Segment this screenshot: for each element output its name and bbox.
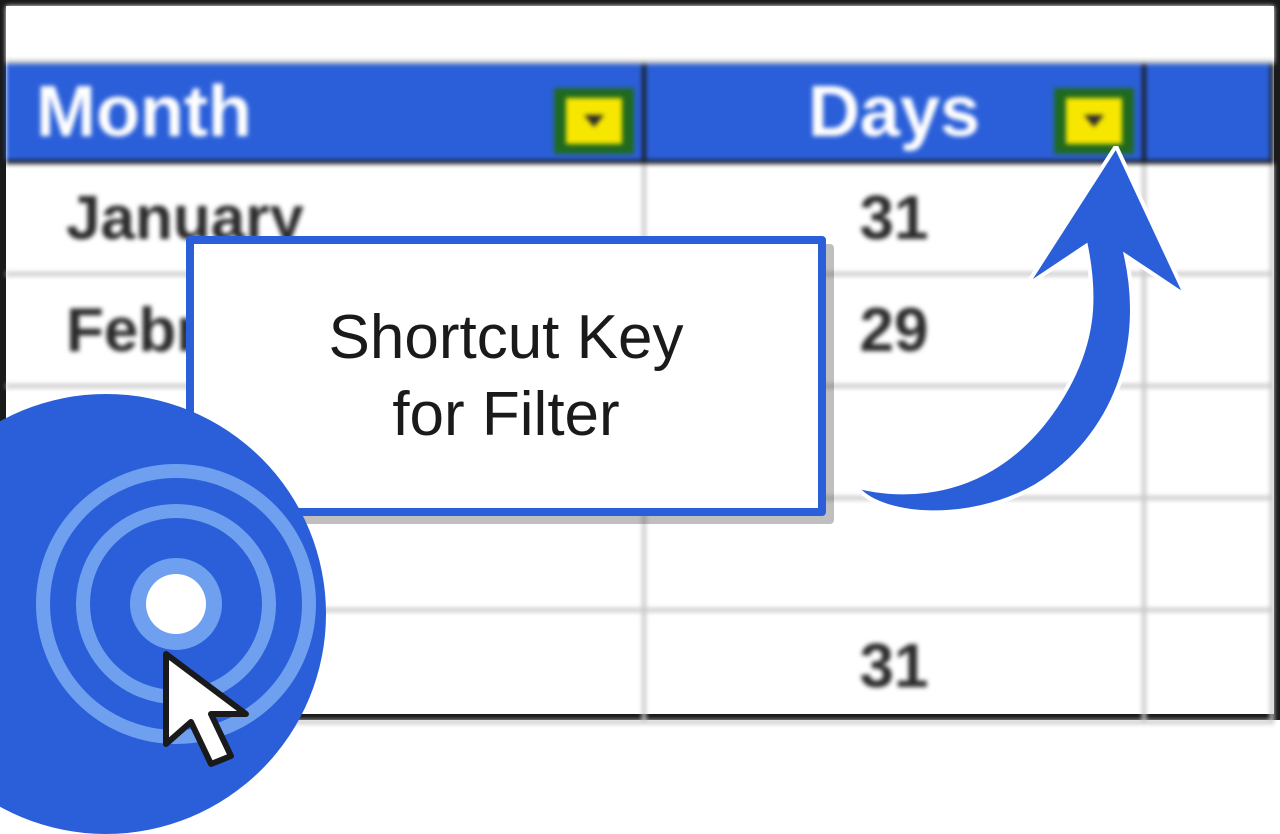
header-label: Days xyxy=(808,71,980,153)
callout-line1: Shortcut Key xyxy=(329,299,684,377)
header-label: Month xyxy=(36,71,252,153)
callout-arrow-icon xyxy=(816,146,1196,546)
dropdown-icon xyxy=(584,115,604,127)
filter-button-month[interactable] xyxy=(554,88,634,154)
filter-button-days[interactable] xyxy=(1054,88,1134,154)
callout-box: Shortcut Key for Filter xyxy=(186,236,826,516)
cursor-icon xyxy=(156,644,276,784)
callout-line2: for Filter xyxy=(329,376,684,454)
cell-days[interactable]: 31 xyxy=(646,612,1146,720)
blank-top-row xyxy=(6,6,1274,64)
column-header-month[interactable]: Month xyxy=(6,64,646,160)
dropdown-icon xyxy=(1084,115,1104,127)
cell-extra[interactable] xyxy=(1146,612,1274,720)
logo-center-icon xyxy=(146,574,206,634)
